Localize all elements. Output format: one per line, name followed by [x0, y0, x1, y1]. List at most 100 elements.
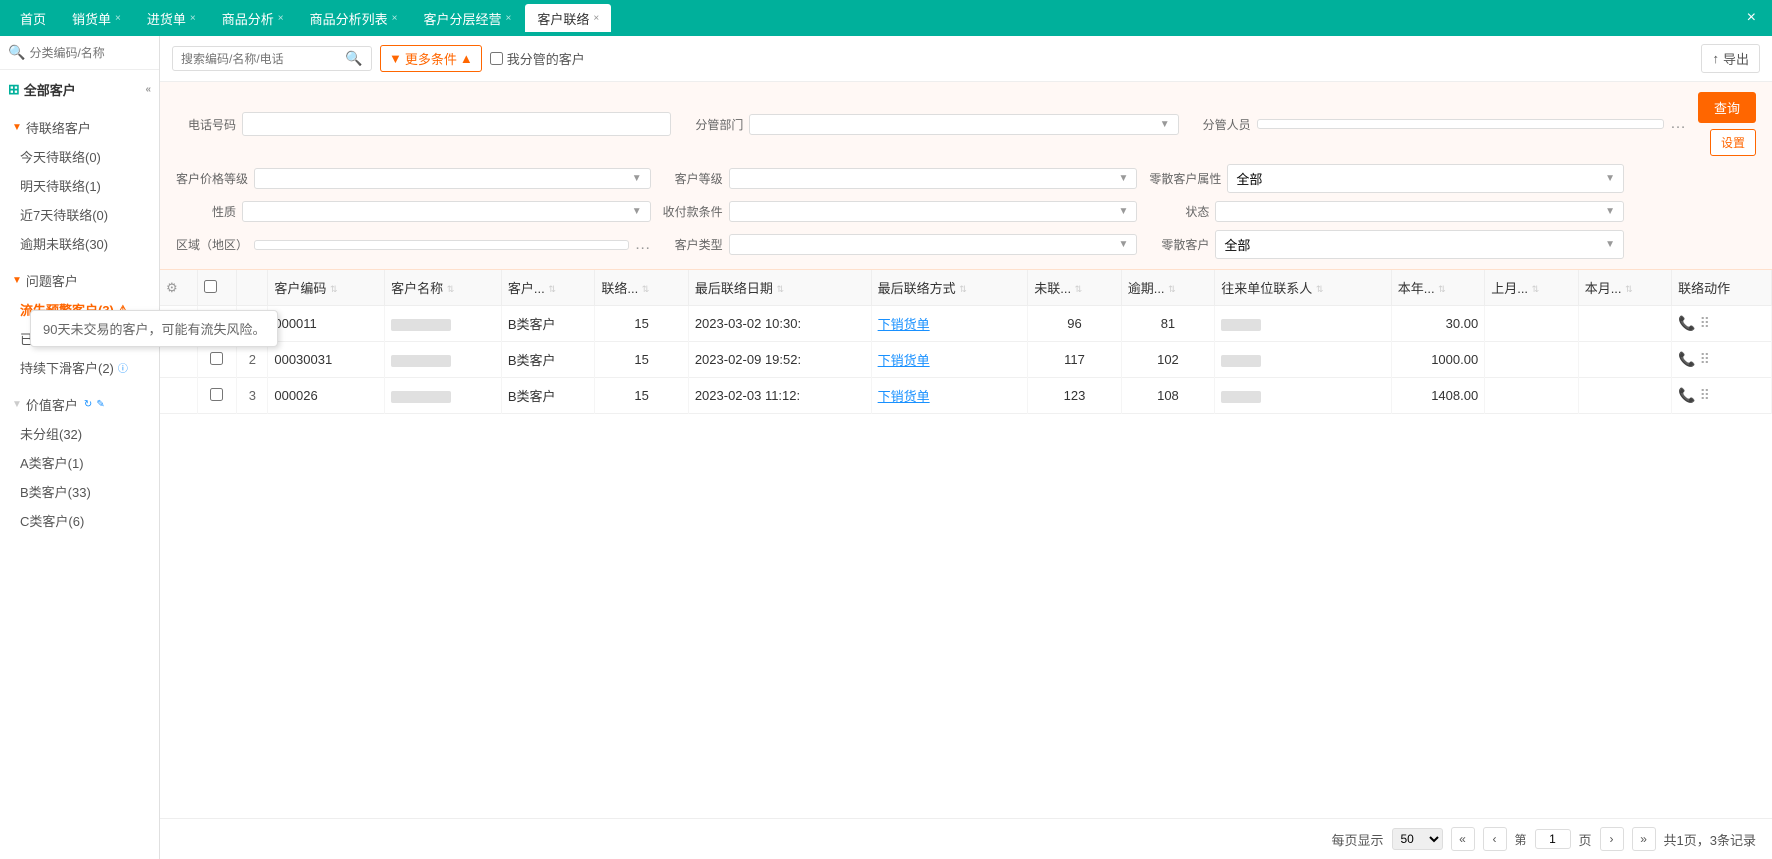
filter-search-input[interactable]: [181, 52, 341, 66]
col-code[interactable]: 客户编码 ⇅: [268, 270, 385, 306]
scattered-attr-value: 全部: [1236, 169, 1262, 188]
sidebar-all-customers[interactable]: ⊞ 全部客户 «: [0, 74, 159, 105]
sidebar-item-unclassified[interactable]: 未分组(32): [0, 419, 159, 448]
tooltip-text: 90天未交易的客户，可能有流失风险。: [43, 322, 160, 337]
sidebar-item-overdue[interactable]: 逾期未联络(30): [0, 229, 159, 258]
manager-more-icon[interactable]: …: [1670, 115, 1686, 133]
status-select[interactable]: ▼: [1215, 201, 1624, 222]
row-checkbox[interactable]: [210, 388, 223, 401]
action-phone-icon[interactable]: 📞: [1678, 351, 1695, 368]
scattered-customer-select[interactable]: 全部 ▼: [1215, 230, 1624, 259]
settings-button[interactable]: 设置: [1710, 129, 1756, 156]
region-more-icon[interactable]: …: [635, 236, 651, 254]
close-customer-segment-icon[interactable]: ×: [505, 13, 511, 24]
action-menu-icon[interactable]: ⠿: [1700, 315, 1710, 332]
cell-unlisted: 123: [1028, 378, 1121, 414]
action-menu-icon[interactable]: ⠿: [1700, 351, 1710, 368]
sidebar-group-value-customers[interactable]: ▼ 价值客户 ↻ ✎: [0, 390, 159, 419]
sidebar-item-c-class[interactable]: C类客户(6): [0, 506, 159, 535]
sidebar-search-input[interactable]: [29, 46, 160, 60]
col-contact-num[interactable]: 联络... ⇅: [595, 270, 688, 306]
region-select[interactable]: [254, 240, 629, 250]
tab-purchase[interactable]: 进货单 ×: [135, 4, 208, 32]
scattered-attr-select[interactable]: 全部 ▼: [1227, 164, 1624, 193]
nature-select[interactable]: ▼: [242, 201, 651, 222]
query-button[interactable]: 查询: [1698, 92, 1756, 123]
more-conditions-button[interactable]: ▼ 更多条件 ▲: [380, 45, 482, 72]
dept-select[interactable]: ▼: [749, 114, 1178, 135]
action-phone-icon[interactable]: 📞: [1678, 387, 1695, 404]
col-settings[interactable]: ⚙: [160, 270, 197, 306]
close-analysis-table-icon[interactable]: ×: [392, 13, 398, 24]
sidebar-group-at-risk[interactable]: ▼ 问题客户: [0, 266, 159, 295]
sidebar-item-a-class[interactable]: A类客户(1): [0, 448, 159, 477]
first-page-button[interactable]: «: [1451, 827, 1475, 851]
cell-row-num: 3: [237, 378, 268, 414]
tab-home[interactable]: 首页: [8, 4, 58, 32]
col-contact-person[interactable]: 往来单位联系人 ⇅: [1215, 270, 1392, 306]
tab-sales[interactable]: 销货单 ×: [60, 4, 133, 32]
customer-grade-select[interactable]: ▼: [729, 168, 1138, 189]
arrow-down-icon-3: ▼: [12, 399, 22, 410]
sidebar-item-week[interactable]: 近7天待联络(0): [0, 200, 159, 229]
last-method-link[interactable]: 下销货单: [878, 353, 930, 368]
edit-icon[interactable]: ✎: [96, 399, 104, 410]
manager-select[interactable]: [1257, 119, 1664, 129]
price-grade-select[interactable]: ▼: [254, 168, 651, 189]
cell-contact: 15: [595, 378, 688, 414]
sidebar-item-b-class[interactable]: B类客户(33): [0, 477, 159, 506]
tab-customer-contact[interactable]: 客户联络 ×: [525, 4, 611, 32]
per-page-select[interactable]: 50 100 200: [1392, 828, 1443, 850]
last-method-link[interactable]: 下销货单: [878, 389, 930, 404]
cell-last-month: [1485, 342, 1578, 378]
col-unlisted[interactable]: 未联... ⇅: [1028, 270, 1121, 306]
table-row: 3 000026 B类客户 15 2023-02-03 11:12: 下销货单 …: [160, 378, 1772, 414]
close-purchase-icon[interactable]: ×: [190, 13, 196, 24]
tab-analysis[interactable]: 商品分析 ×: [210, 4, 296, 32]
action-phone-icon[interactable]: 📞: [1678, 315, 1695, 332]
col-overdue[interactable]: 逾期... ⇅: [1121, 270, 1214, 306]
my-customers-checkbox-label[interactable]: 我分管的客户: [490, 49, 585, 68]
sidebar-pending-contact-group: ▼ 待联络客户 今天待联络(0) 明天待联络(1) 近7天待联络(0) 逾期未联…: [0, 109, 159, 262]
sidebar-item-tomorrow[interactable]: 明天待联络(1): [0, 171, 159, 200]
payment-select[interactable]: ▼: [729, 201, 1138, 222]
collapse-icon[interactable]: «: [145, 84, 151, 95]
col-type[interactable]: 客户... ⇅: [501, 270, 594, 306]
top-navigation: 首页 销货单 × 进货单 × 商品分析 × 商品分析列表 × 客户分层经营 × …: [0, 0, 1772, 36]
page-input[interactable]: [1535, 829, 1571, 849]
scattered-customer-value: 全部: [1224, 235, 1250, 254]
sidebar-group-pending-contact[interactable]: ▼ 待联络客户: [0, 113, 159, 142]
customer-type-select[interactable]: ▼: [729, 234, 1138, 255]
col-last-date[interactable]: 最后联络日期 ⇅: [688, 270, 871, 306]
export-button[interactable]: ↑ 导出: [1701, 44, 1760, 73]
select-all-checkbox[interactable]: [204, 280, 217, 293]
sidebar-item-downgrading[interactable]: 持续下滑客户(2) ⓘ: [0, 353, 159, 382]
cell-last-date: 2023-03-02 10:30:: [688, 306, 871, 342]
phone-input[interactable]: [242, 112, 671, 136]
sidebar-item-today[interactable]: 今天待联络(0): [0, 142, 159, 171]
phone-label: 电话号码: [176, 116, 236, 133]
action-menu-icon[interactable]: ⠿: [1700, 387, 1710, 404]
close-customer-contact-icon[interactable]: ×: [593, 13, 599, 24]
b-class-label: B类客户(33): [20, 482, 91, 501]
page-label-pre: 第: [1515, 831, 1527, 848]
col-name[interactable]: 客户名称 ⇅: [385, 270, 502, 306]
col-last-month[interactable]: 上月... ⇅: [1485, 270, 1578, 306]
col-this-year[interactable]: 本年... ⇅: [1391, 270, 1484, 306]
last-page-button[interactable]: »: [1632, 827, 1656, 851]
prev-page-button[interactable]: ‹: [1483, 827, 1507, 851]
filter-row-3: 性质 ▼ 收付款条件 ▼ 状态: [176, 201, 1756, 222]
col-this-month[interactable]: 本月... ⇅: [1578, 270, 1671, 306]
last-method-link[interactable]: 下销货单: [878, 317, 930, 332]
row-checkbox[interactable]: [210, 352, 223, 365]
close-all-button[interactable]: ×: [1739, 9, 1764, 27]
my-customers-checkbox[interactable]: [490, 52, 503, 65]
filter-search-icon[interactable]: 🔍: [345, 50, 362, 67]
close-analysis-icon[interactable]: ×: [278, 13, 284, 24]
col-last-method[interactable]: 最后联络方式 ⇅: [871, 270, 1028, 306]
refresh-icon[interactable]: ↻: [84, 399, 92, 410]
next-page-button[interactable]: ›: [1600, 827, 1624, 851]
close-sales-icon[interactable]: ×: [115, 13, 121, 24]
tab-analysis-table[interactable]: 商品分析列表 ×: [298, 4, 410, 32]
tab-customer-segment[interactable]: 客户分层经营 ×: [411, 4, 523, 32]
